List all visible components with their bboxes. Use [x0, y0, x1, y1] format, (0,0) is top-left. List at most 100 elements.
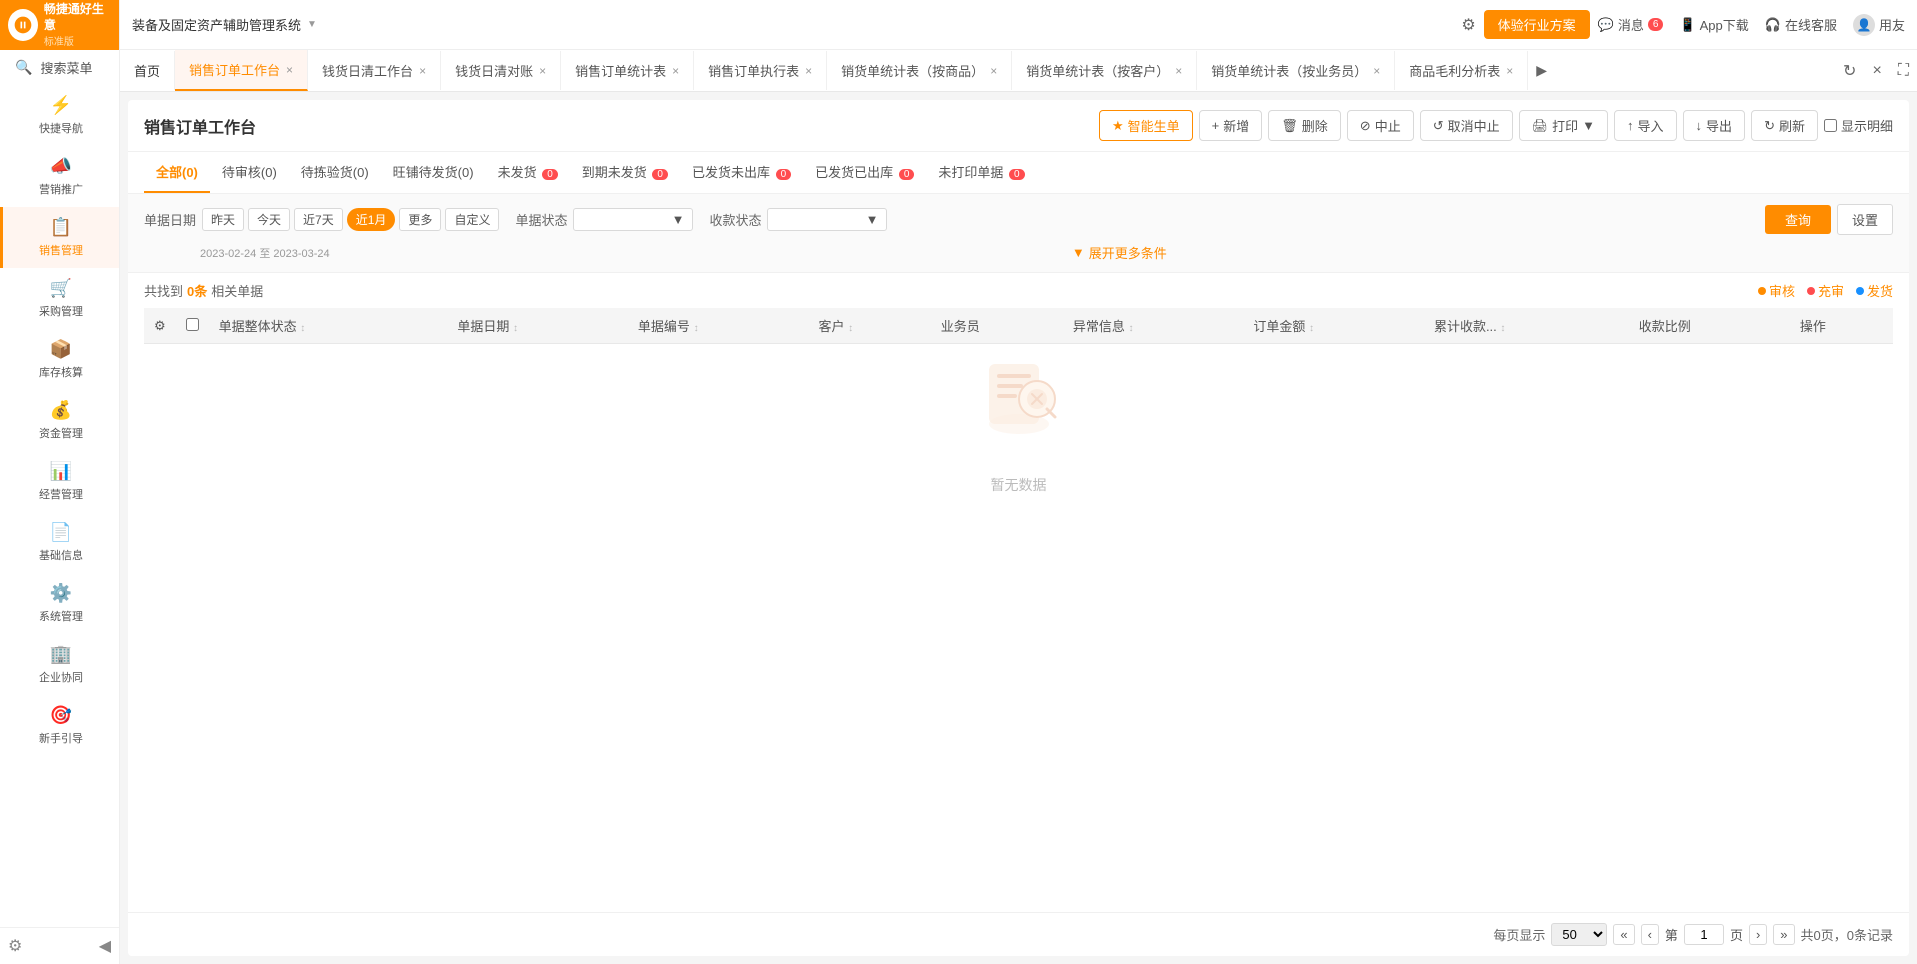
sidebar-item-basic-info[interactable]: 📄 基础信息 [0, 512, 119, 573]
industry-btn[interactable]: 体验行业方案 [1484, 10, 1590, 39]
table-scroll[interactable]: ⚙ 单据整体状态 ↕ 单据日期 [144, 308, 1893, 904]
page-size-select[interactable]: 50 10 20 100 [1551, 923, 1607, 946]
sidebar-item-quick-nav[interactable]: ⚡ 快捷导航 [0, 85, 119, 146]
sidebar-item-operations[interactable]: 📊 经营管理 [0, 451, 119, 512]
th-date-sort[interactable]: ↕ [513, 323, 518, 334]
th-customer-sort[interactable]: ↕ [848, 323, 853, 334]
sidebar-item-finance[interactable]: 💰 资金管理 [0, 390, 119, 451]
sidebar-item-enterprise[interactable]: 🏢 企业协同 [0, 634, 119, 695]
th-date-label: 单据日期 [457, 319, 509, 334]
tab-sales-stats-product-close[interactable]: × [990, 64, 997, 78]
sub-tab-pending-inspect[interactable]: 待拣验货(0) [289, 152, 381, 193]
user-btn[interactable]: 👤 用友 [1853, 14, 1905, 36]
sidebar-item-system[interactable]: ⚙️ 系统管理 [0, 573, 119, 634]
tab-sales-stats-staff-close[interactable]: × [1373, 64, 1380, 78]
tab-sales-order-execute-close[interactable]: × [805, 64, 812, 78]
tab-sales-workbench[interactable]: 销售订单工作台 × [175, 50, 308, 91]
table-header-row: ⚙ 单据整体状态 ↕ 单据日期 [144, 308, 1893, 344]
filter-payment-select[interactable]: ▼ [767, 208, 887, 231]
tab-sales-order-execute[interactable]: 销售订单执行表 × [694, 51, 827, 90]
date-btn-today[interactable]: 今天 [248, 208, 290, 231]
th-number-sort[interactable]: ↕ [694, 323, 699, 334]
set-btn[interactable]: 设置 [1837, 204, 1893, 235]
sidebar-item-inventory[interactable]: 📦 库存核算 [0, 329, 119, 390]
horizontal-scrollbar[interactable] [144, 904, 1893, 912]
export-btn[interactable]: ↓ 导出 [1683, 110, 1746, 141]
date-btn-custom[interactable]: 自定义 [445, 208, 499, 231]
app-download-btn[interactable]: 📱 App下载 [1679, 15, 1748, 34]
system-title-dropdown-icon[interactable]: ▼ [307, 19, 317, 30]
tab-expand-icon[interactable]: ⛶ [1890, 62, 1917, 80]
select-all-checkbox[interactable] [186, 318, 199, 331]
expand-conditions-btn[interactable]: ▼ 展开更多条件 [346, 243, 1893, 262]
sub-tab-not-printed[interactable]: 未打印单据 0 [926, 152, 1036, 193]
th-received-sort[interactable]: ↕ [1500, 323, 1505, 334]
review-action[interactable]: 审核 [1758, 281, 1795, 300]
header-gear-icon[interactable]: ⚙ [1461, 15, 1475, 35]
tab-cash-reconcile-close[interactable]: × [539, 64, 546, 78]
date-btn-7days[interactable]: 近7天 [294, 208, 343, 231]
tab-sales-order-stats[interactable]: 销售订单统计表 × [561, 51, 694, 90]
tab-scroll-right[interactable]: ▶ [1528, 62, 1555, 79]
ship-action[interactable]: 发货 [1856, 281, 1893, 300]
sub-tab-expired-not-shipped[interactable]: 到期未发货 0 [570, 152, 680, 193]
page-content: 销售订单工作台 ★ 智能生单 + 新增 🗑 删除 ⊘ [120, 92, 1917, 964]
sub-tab-all[interactable]: 全部(0) [144, 152, 210, 193]
uncheck-action[interactable]: 充审 [1807, 281, 1844, 300]
tab-sales-stats-product[interactable]: 销货单统计表（按商品） × [827, 51, 1012, 90]
first-page-btn[interactable]: « [1613, 924, 1634, 945]
online-service-btn[interactable]: 🎧 在线客服 [1765, 15, 1837, 34]
sub-tab-wangpu[interactable]: 旺铺待发货(0) [381, 152, 486, 193]
tab-sales-stats-customer[interactable]: 销货单统计表（按客户） × [1012, 51, 1197, 90]
sub-tab-pending-review[interactable]: 待审核(0) [210, 152, 289, 193]
show-detail-checkbox[interactable] [1824, 119, 1837, 132]
last-page-btn[interactable]: » [1773, 924, 1794, 945]
settings-icon[interactable]: ⚙ [8, 936, 22, 956]
sidebar-item-search[interactable]: 🔍 搜索菜单 [0, 50, 119, 85]
import-btn[interactable]: ↑ 导入 [1614, 110, 1677, 141]
tab-refresh-icon[interactable]: ↻ [1835, 61, 1864, 81]
tab-product-margin-close[interactable]: × [1506, 64, 1513, 78]
page-input[interactable] [1684, 924, 1724, 945]
sidebar-item-sales[interactable]: 📋 销售管理 [0, 207, 119, 268]
tab-cash-reconcile[interactable]: 钱货日清对账 × [441, 51, 561, 90]
next-page-btn[interactable]: › [1749, 924, 1767, 945]
tab-close-all-icon[interactable]: × [1864, 62, 1889, 80]
sidebar-item-guide[interactable]: 🎯 新手引导 [0, 695, 119, 756]
tab-cash-daily-close[interactable]: × [419, 64, 426, 78]
sidebar-item-purchase[interactable]: 🛒 采购管理 [0, 268, 119, 329]
tab-sales-stats-customer-close[interactable]: × [1175, 64, 1182, 78]
th-status-sort[interactable]: ↕ [300, 323, 305, 334]
print-btn[interactable]: 🖨 打印 ▼ [1519, 110, 1608, 141]
sub-tab-shipped-not-in[interactable]: 已发货未出库 0 [680, 152, 803, 193]
query-btn[interactable]: 查询 [1765, 205, 1831, 234]
sub-tab-shipped-out[interactable]: 已发货已出库 0 [803, 152, 926, 193]
th-exception-sort[interactable]: ↕ [1129, 323, 1134, 334]
tab-sales-order-stats-close[interactable]: × [672, 64, 679, 78]
prev-page-btn[interactable]: ‹ [1641, 924, 1659, 945]
filter-status-select[interactable]: ▼ [573, 208, 693, 231]
column-settings-icon[interactable]: ⚙ [154, 318, 166, 333]
message-badge: 6 [1648, 18, 1664, 31]
tab-sales-workbench-close[interactable]: × [286, 63, 293, 77]
refresh-btn[interactable]: ↻ 刷新 [1751, 110, 1818, 141]
tab-cash-daily[interactable]: 钱货日清工作台 × [308, 51, 441, 90]
collapse-icon[interactable]: ◀ [99, 936, 111, 956]
tab-sales-stats-staff[interactable]: 销货单统计表（按业务员） × [1197, 51, 1395, 90]
delete-icon: 🗑 [1281, 118, 1298, 134]
sidebar-item-marketing[interactable]: 📣 营销推广 [0, 146, 119, 207]
stop-btn[interactable]: ⊘ 中止 [1347, 110, 1414, 141]
date-btn-yesterday[interactable]: 昨天 [202, 208, 244, 231]
date-btn-1month[interactable]: 近1月 [347, 208, 396, 231]
smart-create-btn[interactable]: ★ 智能生单 [1099, 110, 1193, 141]
th-amount-sort[interactable]: ↕ [1309, 323, 1314, 334]
sub-tab-not-shipped[interactable]: 未发货 0 [486, 152, 570, 193]
message-btn[interactable]: 💬 消息 6 [1598, 15, 1664, 34]
add-btn[interactable]: + 新增 [1199, 110, 1263, 141]
tab-product-margin[interactable]: 商品毛利分析表 × [1395, 51, 1528, 90]
date-btn-more[interactable]: 更多 [399, 208, 441, 231]
tab-home[interactable]: 首页 [120, 51, 175, 90]
cancel-stop-btn[interactable]: ↺ 取消中止 [1420, 110, 1513, 141]
delete-btn[interactable]: 🗑 删除 [1268, 110, 1341, 141]
workbench-actions: ★ 智能生单 + 新增 🗑 删除 ⊘ 中止 [1099, 110, 1893, 141]
